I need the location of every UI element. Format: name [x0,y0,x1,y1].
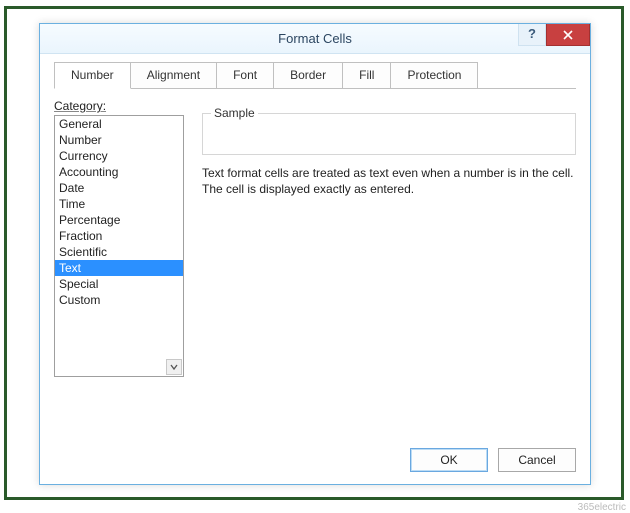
number-tab-content: Category: GeneralNumberCurrencyAccountin… [54,99,576,377]
dialog-buttons: OK Cancel [410,448,576,472]
close-button[interactable] [546,24,590,46]
tab-protection[interactable]: Protection [390,62,478,88]
dialog-title: Format Cells [40,31,590,46]
category-item-time[interactable]: Time [55,196,183,212]
sample-label: Sample [211,106,258,120]
category-item-text[interactable]: Text [55,260,183,276]
category-column: Category: GeneralNumberCurrencyAccountin… [54,99,184,377]
category-item-accounting[interactable]: Accounting [55,164,183,180]
ok-button[interactable]: OK [410,448,488,472]
dialog-body: NumberAlignmentFontBorderFillProtection … [40,54,590,391]
category-item-custom[interactable]: Custom [55,292,183,308]
tab-strip: NumberAlignmentFontBorderFillProtection [54,62,576,89]
tab-font[interactable]: Font [216,62,274,88]
category-label: Category: [54,99,184,113]
category-item-special[interactable]: Special [55,276,183,292]
watermark-text: 365electric [578,502,626,513]
cancel-button[interactable]: Cancel [498,448,576,472]
category-item-general[interactable]: General [55,116,183,132]
tab-number[interactable]: Number [54,62,131,89]
category-item-number[interactable]: Number [55,132,183,148]
category-listbox[interactable]: GeneralNumberCurrencyAccountingDateTimeP… [54,115,184,377]
category-item-fraction[interactable]: Fraction [55,228,183,244]
close-icon [563,30,573,40]
detail-column: Sample Text format cells are treated as … [202,99,576,377]
titlebar-buttons: ? [518,24,590,46]
format-cells-dialog: Format Cells ? NumberAlignmentFontBorder… [39,23,591,485]
category-item-currency[interactable]: Currency [55,148,183,164]
tab-border[interactable]: Border [273,62,343,88]
tab-fill[interactable]: Fill [342,62,391,88]
titlebar: Format Cells ? [40,24,590,54]
sample-groupbox: Sample [202,113,576,155]
format-description: Text format cells are treated as text ev… [202,165,576,197]
category-item-percentage[interactable]: Percentage [55,212,183,228]
category-item-date[interactable]: Date [55,180,183,196]
help-button[interactable]: ? [518,24,546,46]
tab-alignment[interactable]: Alignment [130,62,217,88]
outer-frame: Format Cells ? NumberAlignmentFontBorder… [4,6,624,500]
scroll-down-button[interactable] [166,359,182,375]
chevron-down-icon [170,363,178,371]
category-item-scientific[interactable]: Scientific [55,244,183,260]
